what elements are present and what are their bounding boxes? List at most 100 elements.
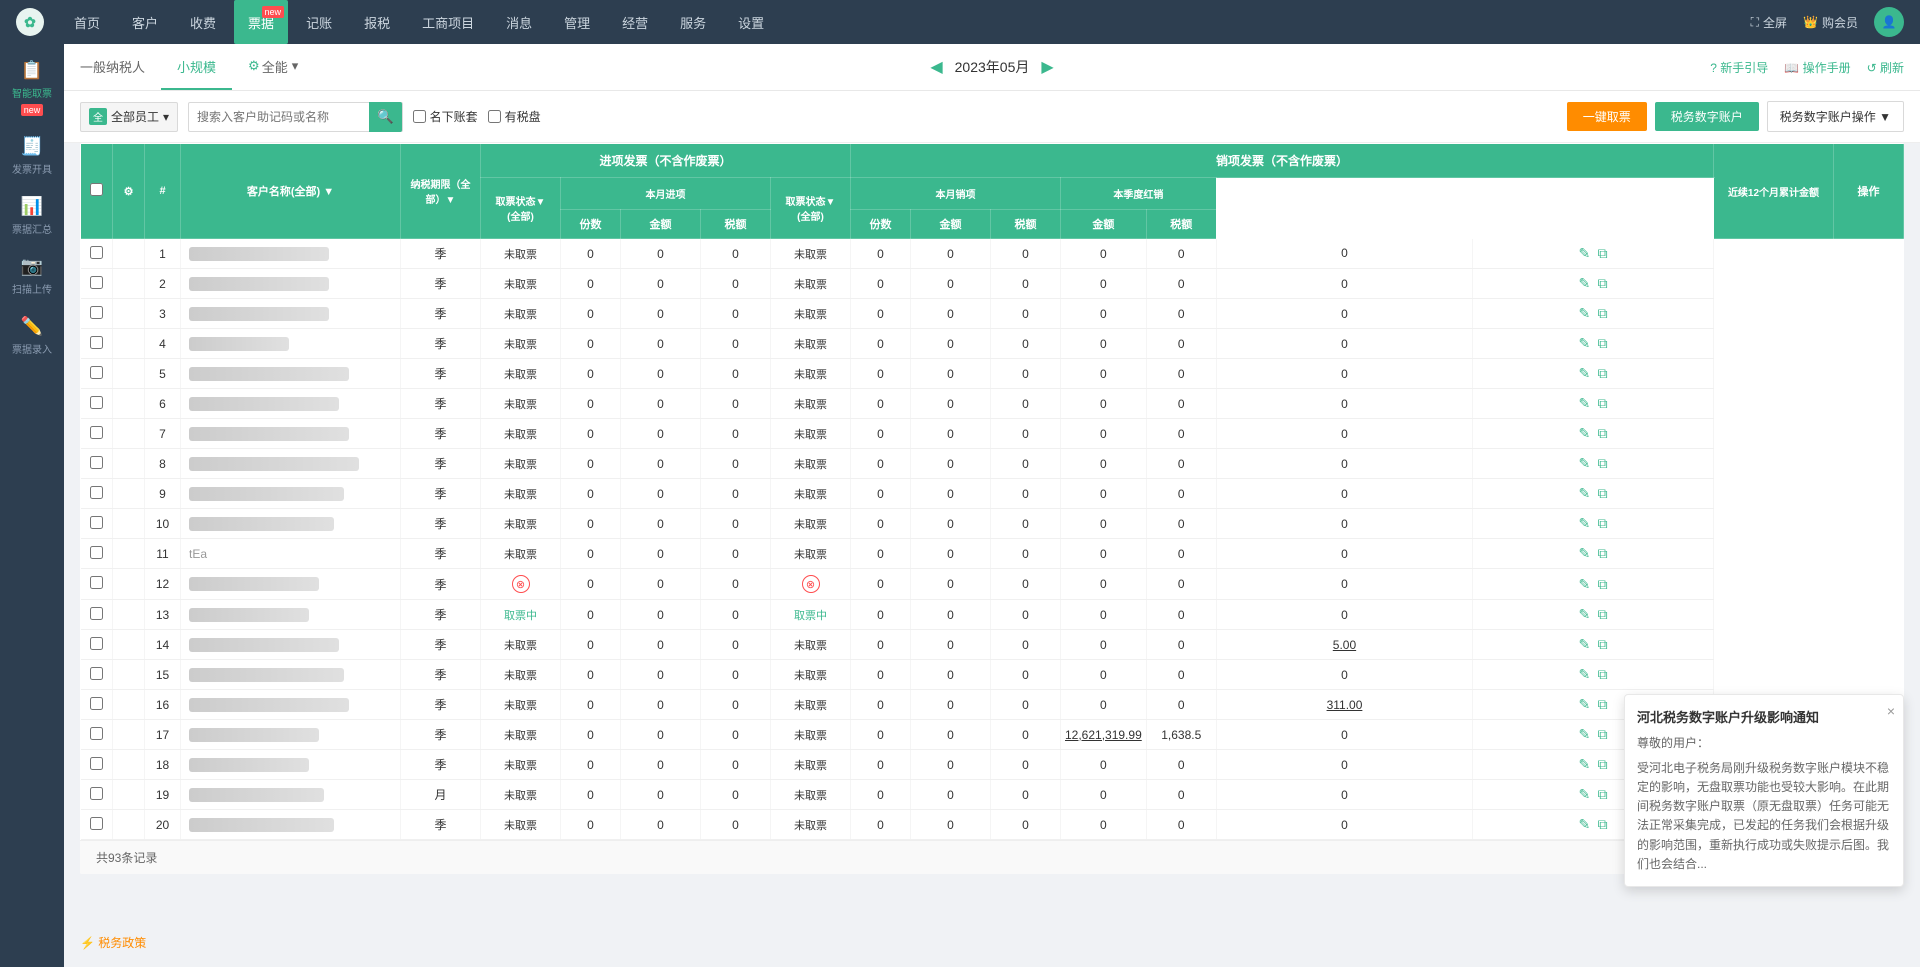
edit-btn[interactable]: ✎ (1579, 485, 1591, 501)
cell-checkbox[interactable] (81, 509, 113, 539)
nav-commerce[interactable]: 工商项目 (408, 0, 488, 44)
row-checkbox[interactable] (90, 667, 103, 680)
nav-home[interactable]: 首页 (60, 0, 114, 44)
sidebar-item-scan[interactable]: 📷 扫描上传 (4, 248, 60, 304)
cell-checkbox[interactable] (81, 539, 113, 569)
tax-digital-operation-btn[interactable]: 税务数字账户操作 ▼ (1767, 101, 1904, 132)
copy-btn[interactable]: ⧉ (1598, 696, 1608, 712)
copy-btn[interactable]: ⧉ (1598, 275, 1608, 291)
tab-small-scale[interactable]: 小规模 (161, 44, 232, 90)
nav-service[interactable]: 服务 (666, 0, 720, 44)
edit-btn[interactable]: ✎ (1579, 756, 1591, 772)
row-checkbox[interactable] (90, 486, 103, 499)
copy-btn[interactable]: ⧉ (1598, 636, 1608, 652)
new-guide-btn[interactable]: ? 新手引导 (1710, 59, 1768, 76)
copy-btn[interactable]: ⧉ (1598, 245, 1608, 261)
edit-btn[interactable]: ✎ (1579, 816, 1591, 832)
row-checkbox[interactable] (90, 426, 103, 439)
subaccount-checkbox[interactable] (413, 110, 426, 123)
nav-client[interactable]: 客户 (118, 0, 172, 44)
prev-period-btn[interactable]: ◀ (930, 57, 942, 77)
copy-btn[interactable]: ⧉ (1598, 666, 1608, 682)
cell-checkbox[interactable] (81, 299, 113, 329)
vip-btn[interactable]: 👑 购会员 (1803, 14, 1858, 31)
edit-btn[interactable]: ✎ (1579, 395, 1591, 411)
nav-ticket[interactable]: 票据 new (234, 0, 288, 44)
edit-btn[interactable]: ✎ (1579, 545, 1591, 561)
cell-checkbox[interactable] (81, 720, 113, 750)
tax-digital-account-btn[interactable]: 税务数字账户 (1655, 102, 1759, 131)
tab-general-taxpayer[interactable]: 一般纳税人 (64, 44, 161, 90)
cell-checkbox[interactable] (81, 660, 113, 690)
row-checkbox[interactable] (90, 336, 103, 349)
row-checkbox[interactable] (90, 246, 103, 259)
row-checkbox[interactable] (90, 727, 103, 740)
row-checkbox[interactable] (90, 607, 103, 620)
copy-btn[interactable]: ⧉ (1598, 545, 1608, 561)
copy-btn[interactable]: ⧉ (1598, 756, 1608, 772)
cell-checkbox[interactable] (81, 780, 113, 810)
nav-operation[interactable]: 经营 (608, 0, 662, 44)
notification-close-btn[interactable]: × (1887, 703, 1895, 719)
nav-accounting[interactable]: 记账 (292, 0, 346, 44)
next-period-btn[interactable]: ▶ (1041, 57, 1053, 77)
row-checkbox[interactable] (90, 396, 103, 409)
one-key-ticket-btn[interactable]: 一键取票 (1567, 102, 1647, 131)
row-checkbox[interactable] (90, 306, 103, 319)
fullscreen-btn[interactable]: ⛶ 全屏 (1751, 14, 1787, 31)
edit-btn[interactable]: ✎ (1579, 666, 1591, 682)
edit-btn[interactable]: ✎ (1579, 455, 1591, 471)
cell-checkbox[interactable] (81, 239, 113, 269)
cell-checkbox[interactable] (81, 449, 113, 479)
row-checkbox[interactable] (90, 546, 103, 559)
cell-checkbox[interactable] (81, 269, 113, 299)
sidebar-item-invoice-open[interactable]: 🧾 发票开具 (4, 128, 60, 184)
copy-btn[interactable]: ⧉ (1598, 786, 1608, 802)
cell-checkbox[interactable] (81, 690, 113, 720)
row-checkbox[interactable] (90, 456, 103, 469)
cell-checkbox[interactable] (81, 569, 113, 600)
row-checkbox[interactable] (90, 516, 103, 529)
edit-btn[interactable]: ✎ (1579, 576, 1591, 592)
cell-checkbox[interactable] (81, 359, 113, 389)
row-checkbox[interactable] (90, 757, 103, 770)
sidebar-item-smart-ticket[interactable]: 📋 智能取票 new (4, 52, 60, 124)
refresh-btn[interactable]: ↺ 刷新 (1867, 59, 1904, 76)
nav-billing[interactable]: 收费 (176, 0, 230, 44)
copy-btn[interactable]: ⧉ (1598, 425, 1608, 441)
edit-btn[interactable]: ✎ (1579, 786, 1591, 802)
row-checkbox[interactable] (90, 697, 103, 710)
edit-btn[interactable]: ✎ (1579, 275, 1591, 291)
avatar[interactable]: 👤 (1874, 7, 1904, 37)
nav-settings[interactable]: 设置 (724, 0, 778, 44)
edit-btn[interactable]: ✎ (1579, 636, 1591, 652)
select-all-checkbox[interactable] (90, 183, 103, 196)
cell-checkbox[interactable] (81, 419, 113, 449)
row-checkbox[interactable] (90, 787, 103, 800)
copy-btn[interactable]: ⧉ (1598, 485, 1608, 501)
cell-checkbox[interactable] (81, 810, 113, 840)
cell-checkbox[interactable] (81, 750, 113, 780)
cell-checkbox[interactable] (81, 329, 113, 359)
copy-btn[interactable]: ⧉ (1598, 305, 1608, 321)
copy-btn[interactable]: ⧉ (1598, 395, 1608, 411)
edit-btn[interactable]: ✎ (1579, 245, 1591, 261)
edit-btn[interactable]: ✎ (1579, 305, 1591, 321)
tab-all[interactable]: ⚙ 全能 ▾ (232, 44, 314, 90)
employee-select[interactable]: 全 全部员工 ▾ (80, 102, 178, 132)
search-button[interactable]: 🔍 (369, 102, 402, 132)
copy-btn[interactable]: ⧉ (1598, 515, 1608, 531)
copy-btn[interactable]: ⧉ (1598, 576, 1608, 592)
row-checkbox[interactable] (90, 366, 103, 379)
nav-manage[interactable]: 管理 (550, 0, 604, 44)
cell-checkbox[interactable] (81, 600, 113, 630)
copy-btn[interactable]: ⧉ (1598, 606, 1608, 622)
edit-btn[interactable]: ✎ (1579, 696, 1591, 712)
copy-btn[interactable]: ⧉ (1598, 726, 1608, 742)
row-checkbox[interactable] (90, 576, 103, 589)
nav-message[interactable]: 消息 (492, 0, 546, 44)
manual-btn[interactable]: 📖 操作手册 (1784, 59, 1850, 76)
edit-btn[interactable]: ✎ (1579, 606, 1591, 622)
checkbox-subaccount[interactable]: 名下账套 (413, 108, 478, 125)
edit-btn[interactable]: ✎ (1579, 726, 1591, 742)
